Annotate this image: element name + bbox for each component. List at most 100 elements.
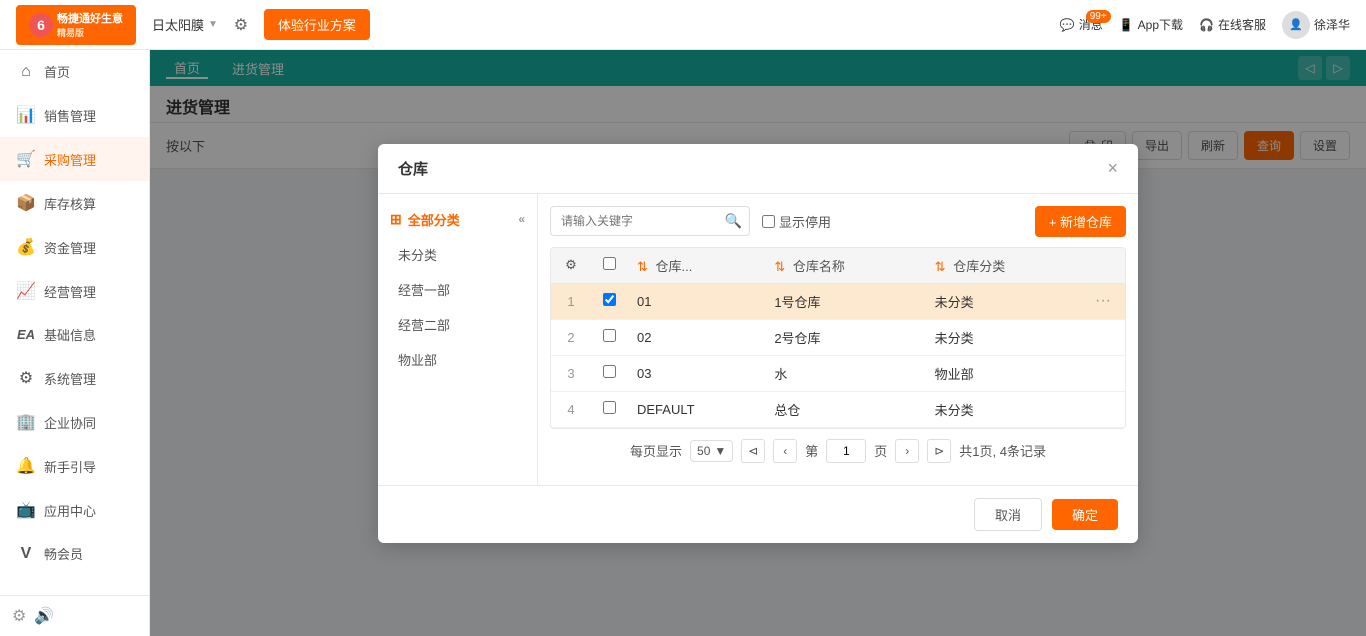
sidebar-item-purchase[interactable]: 🛒 采购管理	[0, 137, 149, 181]
search-bar: 🔍 显示停用 + 新增仓库	[550, 206, 1126, 237]
row-checkbox[interactable]	[603, 293, 616, 306]
message-icon: 💬	[1060, 18, 1075, 32]
sidebar-item-guide[interactable]: 🔔 新手引导	[0, 444, 149, 488]
category-item-ops2[interactable]: 经营二部	[378, 307, 537, 342]
row-code: 02	[627, 319, 764, 355]
category-item-unclassified[interactable]: 未分类	[378, 237, 537, 272]
row-num: 4	[551, 391, 591, 427]
warehouse-modal: 仓库 × ⊞ 全部分类 « 未分类 经营一部 经营二部	[378, 144, 1138, 543]
row-actions: ···	[1085, 283, 1125, 319]
sort-icon-name: ⇅	[774, 259, 785, 274]
row-name: 水	[764, 355, 924, 391]
settings-bottom-icon[interactable]: ⚙	[12, 606, 26, 626]
table-row[interactable]: 4 DEFAULT 总仓 未分类	[551, 391, 1125, 427]
cancel-btn[interactable]: 取消	[974, 498, 1042, 531]
table-body: 1 01 1号仓库 未分类 ···	[551, 283, 1125, 427]
add-warehouse-btn[interactable]: + 新增仓库	[1035, 206, 1126, 237]
row-more-btn[interactable]: ···	[1095, 292, 1111, 309]
sidebar-item-enterprise[interactable]: 🏢 企业协同	[0, 400, 149, 444]
content-panel: 🔍 显示停用 + 新增仓库	[538, 194, 1138, 485]
page-prefix-label: 第	[805, 441, 818, 460]
row-code: 03	[627, 355, 764, 391]
col-settings: ⚙	[551, 248, 591, 284]
row-category: 物业部	[925, 355, 1085, 391]
category-all-item[interactable]: ⊞ 全部分类 «	[378, 202, 537, 237]
page-suffix-label: 页	[874, 441, 887, 460]
page-prev-btn[interactable]: ‹	[773, 439, 797, 463]
sidebar-item-finance[interactable]: 💰 资金管理	[0, 225, 149, 269]
category-item-property[interactable]: 物业部	[378, 342, 537, 377]
sidebar-item-system[interactable]: ⚙ 系统管理	[0, 356, 149, 400]
row-name: 2号仓库	[764, 319, 924, 355]
modal-overlay: 仓库 × ⊞ 全部分类 « 未分类 经营一部 经营二部	[150, 50, 1366, 636]
row-num: 1	[551, 283, 591, 319]
category-item-ops1[interactable]: 经营一部	[378, 272, 537, 307]
show-disabled-checkbox[interactable]	[762, 215, 775, 228]
modal-header: 仓库 ×	[378, 144, 1138, 194]
search-icon[interactable]: 🔍	[725, 213, 742, 230]
pagination: 每页显示 50 ▼ ⊲ ‹ 第 页 › ⊳ 共1页	[550, 429, 1126, 473]
page-last-btn[interactable]: ⊳	[927, 439, 951, 463]
col-checkbox	[591, 248, 627, 284]
category-collapse-icon[interactable]: «	[518, 212, 525, 226]
table-row[interactable]: 1 01 1号仓库 未分类 ···	[551, 283, 1125, 319]
row-actions	[1085, 355, 1125, 391]
message-btn[interactable]: 💬 消息 99+	[1060, 16, 1103, 33]
page-next-btn[interactable]: ›	[895, 439, 919, 463]
table-row[interactable]: 2 02 2号仓库 未分类	[551, 319, 1125, 355]
sales-icon: 📊	[16, 105, 36, 125]
sidebar-item-appcenter[interactable]: 📺 应用中心	[0, 488, 149, 532]
user-profile-btn[interactable]: 👤 徐泽华	[1282, 11, 1350, 39]
page-number-input[interactable]	[826, 439, 866, 463]
header-right: 💬 消息 99+ 📱 App下载 🎧 在线客服 👤 徐泽华	[1060, 11, 1350, 39]
sidebar-item-basics[interactable]: EA 基础信息	[0, 313, 149, 356]
operations-icon: 📈	[16, 281, 36, 301]
table-row[interactable]: 3 03 水 物业部	[551, 355, 1125, 391]
logo: 6 畅捷通好生意 精易版	[16, 5, 136, 45]
sidebar-item-sales[interactable]: 📊 销售管理	[0, 93, 149, 137]
settings-icon[interactable]: ⚙	[226, 10, 256, 40]
search-input[interactable]	[550, 206, 750, 236]
home-icon: ⌂	[16, 63, 36, 81]
page-first-btn[interactable]: ⊲	[741, 439, 765, 463]
guide-icon: 🔔	[16, 456, 36, 476]
row-category: 未分类	[925, 283, 1085, 319]
enterprise-icon: 🏢	[16, 412, 36, 432]
sidebar-item-member[interactable]: V 畅会员	[0, 532, 149, 575]
app-download-btn[interactable]: 📱 App下载	[1119, 16, 1183, 33]
store-selector[interactable]: 日太阳膜 ▼	[152, 15, 218, 34]
row-category: 未分类	[925, 319, 1085, 355]
row-actions	[1085, 391, 1125, 427]
row-checkbox[interactable]	[603, 365, 616, 378]
purchase-icon: 🛒	[16, 149, 36, 169]
modal-body: ⊞ 全部分类 « 未分类 经营一部 经营二部 物业部	[378, 194, 1138, 485]
member-icon: V	[16, 545, 36, 563]
total-label: 共1页, 4条记录	[959, 441, 1046, 460]
sidebar-item-home[interactable]: ⌂ 首页	[0, 50, 149, 93]
row-checkbox[interactable]	[603, 401, 616, 414]
sidebar-item-inventory[interactable]: 📦 库存核算	[0, 181, 149, 225]
trial-button[interactable]: 体验行业方案	[264, 9, 370, 40]
speaker-icon[interactable]: 🔊	[34, 606, 54, 626]
appcenter-icon: 📺	[16, 500, 36, 520]
confirm-btn[interactable]: 确定	[1052, 499, 1118, 530]
logo-icon: 6	[29, 13, 53, 37]
sidebar-bottom: ⚙ 🔊	[0, 595, 149, 636]
per-page-chevron-icon: ▼	[714, 444, 726, 458]
modal-close-btn[interactable]: ×	[1107, 158, 1118, 179]
message-badge: 99+	[1086, 10, 1111, 23]
per-page-label: 每页显示	[630, 441, 682, 460]
row-checkbox[interactable]	[603, 329, 616, 342]
show-disabled-wrap: 显示停用	[762, 212, 831, 231]
search-input-wrap: 🔍	[550, 206, 750, 236]
row-checkbox-cell	[591, 355, 627, 391]
select-all-checkbox[interactable]	[603, 257, 616, 270]
sidebar-item-operations[interactable]: 📈 经营管理	[0, 269, 149, 313]
inventory-icon: 📦	[16, 193, 36, 213]
row-code: DEFAULT	[627, 391, 764, 427]
online-service-btn[interactable]: 🎧 在线客服	[1199, 16, 1266, 33]
row-checkbox-cell	[591, 391, 627, 427]
per-page-select[interactable]: 50 ▼	[690, 440, 733, 462]
system-icon: ⚙	[16, 368, 36, 388]
category-panel: ⊞ 全部分类 « 未分类 经营一部 经营二部 物业部	[378, 194, 538, 485]
